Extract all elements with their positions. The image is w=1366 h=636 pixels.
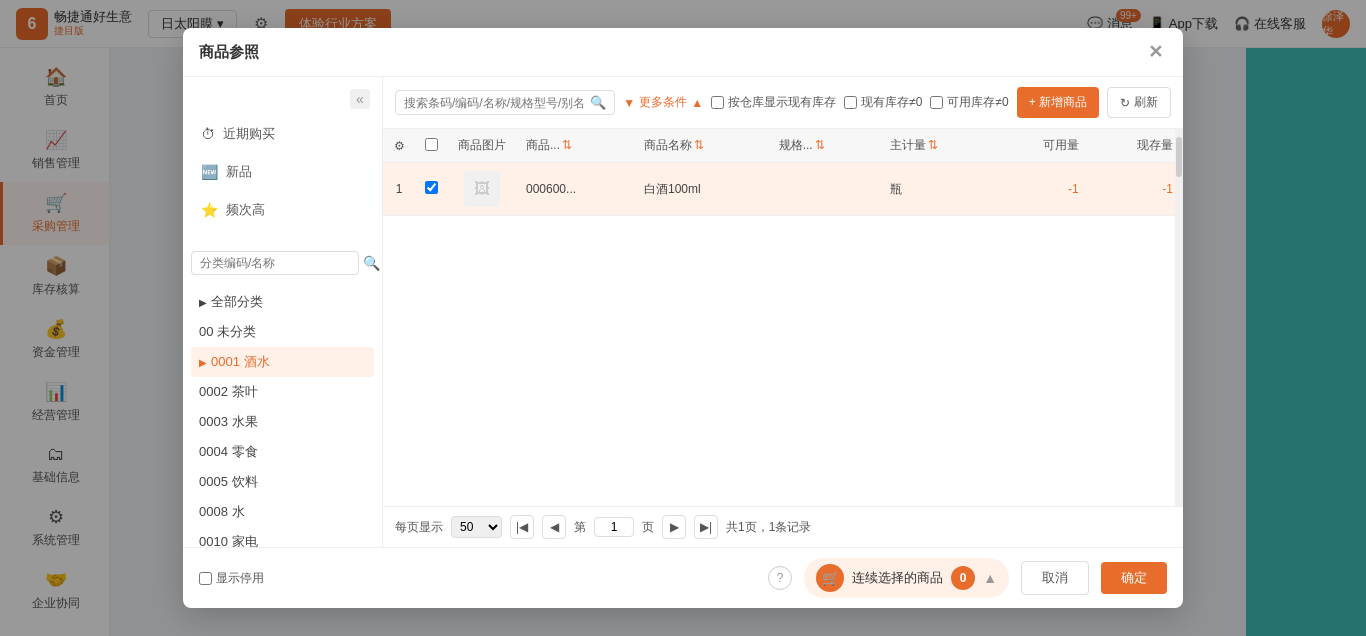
th-available[interactable]: 可用量 [994, 129, 1088, 163]
td-checkbox [415, 163, 448, 216]
cart-count: 0 [951, 566, 975, 590]
category-item-0003[interactable]: 0003 水果 [191, 407, 374, 437]
sort-name-icon: ⇅ [694, 138, 704, 152]
checkbox-warehouse-stock[interactable]: 按仓库显示现有库存 [711, 94, 836, 111]
category-search-area: 🔍 [183, 243, 382, 283]
first-page-button[interactable]: |◀ [510, 515, 534, 539]
modal-toolbar: 🔍 ▼ 更多条件 ▲ 按仓库显示现有库存 现有库存≠0 [383, 77, 1183, 129]
collapse-button[interactable]: « [350, 89, 370, 109]
recent-icon: ⏱ [201, 126, 215, 142]
category-list: ▶ 全部分类 00 未分类 ▶ 0001 酒水 0002 茶叶 0003 水果 [183, 283, 382, 547]
row-checkbox[interactable] [425, 181, 438, 194]
th-stock[interactable]: 现存量 [1089, 129, 1183, 163]
th-checkbox [415, 129, 448, 163]
tab-high-frequency[interactable]: ⭐ 频次高 [191, 193, 374, 227]
modal-right-panel: 🔍 ▼ 更多条件 ▲ 按仓库显示现有库存 现有库存≠0 [383, 77, 1183, 547]
refresh-icon: ↻ [1120, 96, 1130, 110]
sort-spec-icon: ⇅ [815, 138, 825, 152]
page-size-select[interactable]: 50 10 20 100 [451, 516, 502, 538]
product-table: ⚙ 商品图片 商品...⇅ 商品名称⇅ 规格...⇅ 主计量⇅ 可用量 现存量 [383, 129, 1183, 216]
td-stock: -1 [1089, 163, 1183, 216]
next-page-button[interactable]: ▶ [662, 515, 686, 539]
product-table-container: ⚙ 商品图片 商品...⇅ 商品名称⇅ 规格...⇅ 主计量⇅ 可用量 现存量 [383, 129, 1183, 506]
product-reference-modal: 商品参照 ✕ « ⏱ 近期购买 🆕 新品 [183, 28, 1183, 608]
sort-code-icon: ⇅ [562, 138, 572, 152]
add-product-button[interactable]: + 新增商品 [1017, 87, 1099, 118]
checkbox-available-stock[interactable]: 现有库存≠0 [844, 94, 922, 111]
prev-page-button[interactable]: ◀ [542, 515, 566, 539]
cart-label: 连续选择的商品 [852, 569, 943, 587]
modal-left-panel: « ⏱ 近期购买 🆕 新品 ⭐ 频次高 [183, 77, 383, 547]
expand-icon-0001: ▶ [199, 357, 207, 368]
modal-body: « ⏱ 近期购买 🆕 新品 ⭐ 频次高 [183, 77, 1183, 547]
category-item-0001[interactable]: ▶ 0001 酒水 [191, 347, 374, 377]
total-info: 共1页，1条记录 [726, 519, 811, 536]
td-code: 000600... [516, 163, 634, 216]
category-item-0004[interactable]: 0004 零食 [191, 437, 374, 467]
td-available: -1 [994, 163, 1088, 216]
star-icon: ⭐ [201, 202, 218, 218]
category-item-0002[interactable]: 0002 茶叶 [191, 377, 374, 407]
pagination-bar: 每页显示 50 10 20 100 |◀ ◀ 第 页 ▶ ▶| 共1页，1条记录 [383, 506, 1183, 547]
toolbar-right: + 新增商品 ↻ 刷新 [1017, 87, 1171, 118]
th-code[interactable]: 商品...⇅ [516, 129, 634, 163]
td-unit: 瓶 [880, 163, 995, 216]
refresh-button[interactable]: ↻ 刷新 [1107, 87, 1171, 118]
scrollbar[interactable] [1175, 129, 1183, 506]
sort-unit-icon: ⇅ [928, 138, 938, 152]
product-search-input[interactable] [404, 96, 586, 110]
new-icon: 🆕 [201, 164, 218, 180]
modal-overlay: 商品参照 ✕ « ⏱ 近期购买 🆕 新品 [0, 0, 1366, 636]
td-settings: 1 [383, 163, 415, 216]
search-icon: 🔍 [590, 95, 606, 110]
cancel-button[interactable]: 取消 [1021, 561, 1089, 595]
td-name: 白酒100ml [634, 163, 769, 216]
th-settings: ⚙ [383, 129, 415, 163]
category-item-00[interactable]: 00 未分类 [191, 317, 374, 347]
category-item-0005[interactable]: 0005 饮料 [191, 467, 374, 497]
page-label: 第 [574, 519, 586, 536]
category-item-0010[interactable]: 0010 家电 [191, 527, 374, 547]
product-search-box: 🔍 [395, 90, 615, 115]
scrollbar-thumb [1176, 137, 1182, 177]
category-search-icon[interactable]: 🔍 [363, 255, 380, 271]
td-spec [769, 163, 880, 216]
th-image: 商品图片 [448, 129, 516, 163]
category-item-all[interactable]: ▶ 全部分类 [191, 287, 374, 317]
page-size-label: 每页显示 [395, 519, 443, 536]
footer-right: ? 🛒 连续选择的商品 0 ▲ 取消 确定 [768, 558, 1167, 598]
last-page-button[interactable]: ▶| [694, 515, 718, 539]
th-unit[interactable]: 主计量⇅ [880, 129, 995, 163]
confirm-button[interactable]: 确定 [1101, 562, 1167, 594]
page-number-input[interactable] [594, 517, 634, 537]
chevron-up-icon: ▲ [691, 96, 703, 110]
modal-footer: 显示停用 ? 🛒 连续选择的商品 0 ▲ 取消 确定 [183, 547, 1183, 608]
th-spec[interactable]: 规格...⇅ [769, 129, 880, 163]
show-disabled-checkbox[interactable]: 显示停用 [199, 570, 264, 587]
td-image: 🖼 [448, 163, 516, 216]
category-item-0008[interactable]: 0008 水 [191, 497, 374, 527]
cart-icon: 🛒 [816, 564, 844, 592]
cart-area: 🛒 连续选择的商品 0 ▲ [804, 558, 1009, 598]
help-icon[interactable]: ? [768, 566, 792, 590]
th-name[interactable]: 商品名称⇅ [634, 129, 769, 163]
tab-new-product[interactable]: 🆕 新品 [191, 155, 374, 189]
select-all-checkbox[interactable] [425, 138, 438, 151]
modal-close-button[interactable]: ✕ [1143, 40, 1167, 64]
checkbox-usable-stock[interactable]: 可用库存≠0 [930, 94, 1008, 111]
table-row[interactable]: 1 🖼 000600... 白酒100ml 瓶 -1 -1 [383, 163, 1183, 216]
expand-icon: ▶ [199, 297, 207, 308]
product-thumbnail: 🖼 [464, 171, 500, 207]
chevron-up-icon[interactable]: ▲ [983, 570, 997, 586]
modal-title: 商品参照 [199, 43, 259, 62]
filter-button[interactable]: ▼ 更多条件 ▲ [623, 94, 703, 111]
filter-icon: ▼ [623, 96, 635, 110]
modal-header: 商品参照 ✕ [183, 28, 1183, 77]
modal-left-tabs: « ⏱ 近期购买 🆕 新品 ⭐ 频次高 [183, 77, 382, 235]
page-unit: 页 [642, 519, 654, 536]
tab-recent-purchase[interactable]: ⏱ 近期购买 [191, 117, 374, 151]
category-search-input[interactable] [191, 251, 359, 275]
